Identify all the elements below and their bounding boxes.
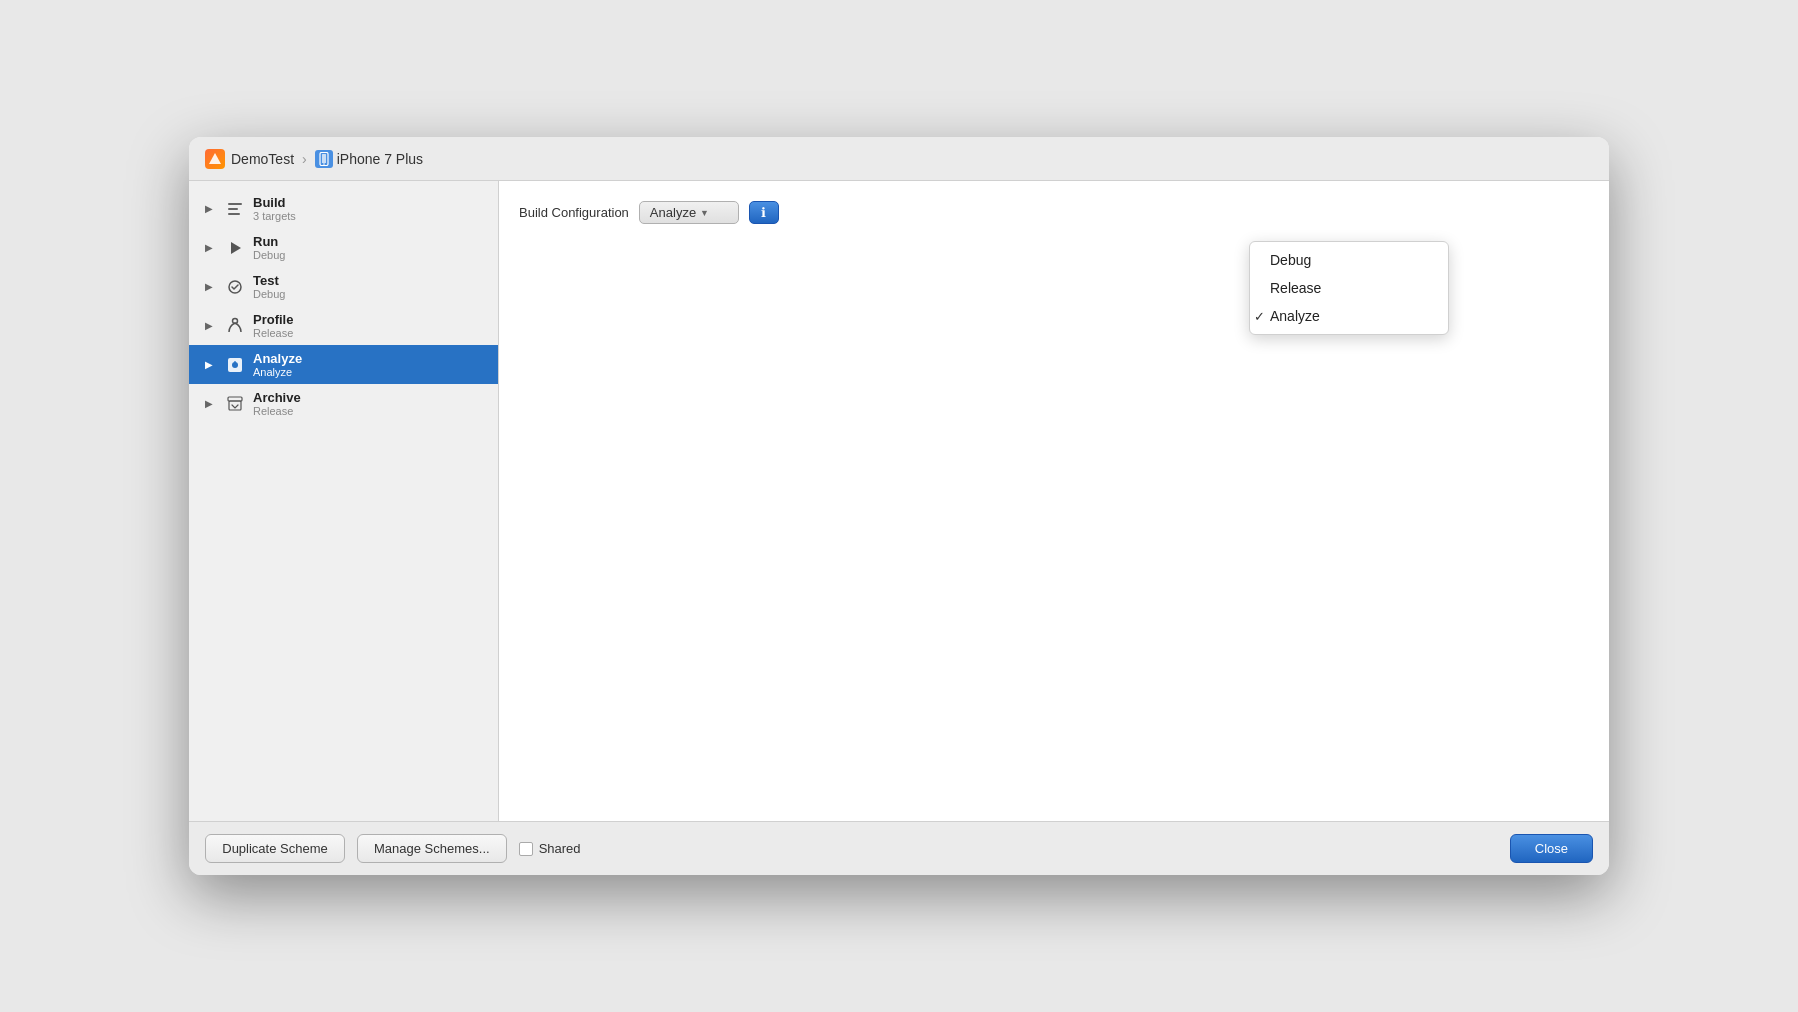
build-config-select-wrapper[interactable]: Analyze ▼ [639,201,739,224]
sidebar: ▶ Build 3 targets ▶ [189,181,499,821]
main-content: ▶ Build 3 targets ▶ [189,181,1609,821]
expand-arrow-run: ▶ [201,240,217,256]
test-icon [225,277,245,297]
build-sub: 3 targets [253,210,296,222]
svg-marker-0 [209,153,221,164]
device-name: iPhone 7 Plus [337,151,423,167]
duplicate-scheme-button[interactable]: Duplicate Scheme [205,834,345,863]
bottom-bar-right: Close [1510,834,1593,863]
sidebar-item-profile[interactable]: ▶ Profile Release [189,306,498,345]
expand-arrow-build: ▶ [201,201,217,217]
run-text: Run Debug [253,234,285,261]
release-label: Release [1270,280,1321,296]
build-text: Build 3 targets [253,195,296,222]
expand-arrow-test: ▶ [201,279,217,295]
analyze-sub: Analyze [253,366,302,378]
svg-marker-7 [231,242,241,254]
run-icon [225,238,245,258]
device-name-container: iPhone 7 Plus [315,150,423,168]
svg-rect-4 [228,203,242,205]
build-icon [225,199,245,219]
run-name: Run [253,234,285,249]
analyze-icon [225,355,245,375]
test-text: Test Debug [253,273,285,300]
sidebar-item-analyze[interactable]: ▶ Analyze Analyze [189,345,498,384]
bottom-bar: Duplicate Scheme Manage Schemes... Share… [189,821,1609,875]
build-config-select-button[interactable]: Analyze ▼ [639,201,739,224]
select-chevron-icon: ▼ [700,208,709,218]
sidebar-item-test[interactable]: ▶ Test Debug [189,267,498,306]
svg-rect-13 [228,397,242,401]
expand-arrow-profile: ▶ [201,318,217,334]
analyze-text: Analyze Analyze [253,351,302,378]
checkmark-icon: ✓ [1254,309,1265,324]
dropdown-item-debug[interactable]: Debug [1250,246,1448,274]
shared-area: Shared [519,841,581,856]
analyze-name: Analyze [253,351,302,366]
breadcrumb-separator: › [302,151,307,167]
svg-rect-2 [322,154,326,163]
app-icon [205,149,225,169]
profile-name: Profile [253,312,293,327]
right-panel: Build Configuration Analyze ▼ ℹ Debug Re… [499,181,1609,821]
test-sub: Debug [253,288,285,300]
build-config-label: Build Configuration [519,205,629,220]
analyze-label: Analyze [1270,308,1320,324]
build-config-row: Build Configuration Analyze ▼ ℹ [519,201,1589,224]
close-button[interactable]: Close [1510,834,1593,863]
shared-checkbox[interactable] [519,842,533,856]
svg-rect-6 [228,213,240,215]
archive-icon [225,394,245,414]
title-bar: DemoTest › iPhone 7 Plus [189,137,1609,181]
svg-rect-5 [228,208,238,210]
device-icon [315,150,333,168]
run-sub: Debug [253,249,285,261]
sidebar-item-archive[interactable]: ▶ Archive Release [189,384,498,423]
svg-point-9 [233,318,238,323]
archive-sub: Release [253,405,301,417]
dropdown-item-analyze[interactable]: ✓ Analyze [1250,302,1448,330]
archive-text: Archive Release [253,390,301,417]
dropdown-popup: Debug Release ✓ Analyze [1249,241,1449,335]
scheme-editor-dialog: DemoTest › iPhone 7 Plus ▶ [189,137,1609,875]
svg-rect-12 [234,361,236,363]
app-name: DemoTest [231,151,294,167]
profile-text: Profile Release [253,312,293,339]
debug-label: Debug [1270,252,1311,268]
sidebar-item-run[interactable]: ▶ Run Debug [189,228,498,267]
profile-sub: Release [253,327,293,339]
archive-name: Archive [253,390,301,405]
build-config-selected-value: Analyze [650,205,696,220]
svg-point-3 [323,163,325,165]
test-name: Test [253,273,285,288]
build-name: Build [253,195,296,210]
expand-arrow-analyze: ▶ [201,357,217,373]
shared-label: Shared [539,841,581,856]
dropdown-item-release[interactable]: Release [1250,274,1448,302]
profile-icon [225,316,245,336]
manage-schemes-button[interactable]: Manage Schemes... [357,834,507,863]
expand-arrow-archive: ▶ [201,396,217,412]
sidebar-item-build[interactable]: ▶ Build 3 targets [189,189,498,228]
build-config-info-button[interactable]: ℹ [749,201,779,224]
